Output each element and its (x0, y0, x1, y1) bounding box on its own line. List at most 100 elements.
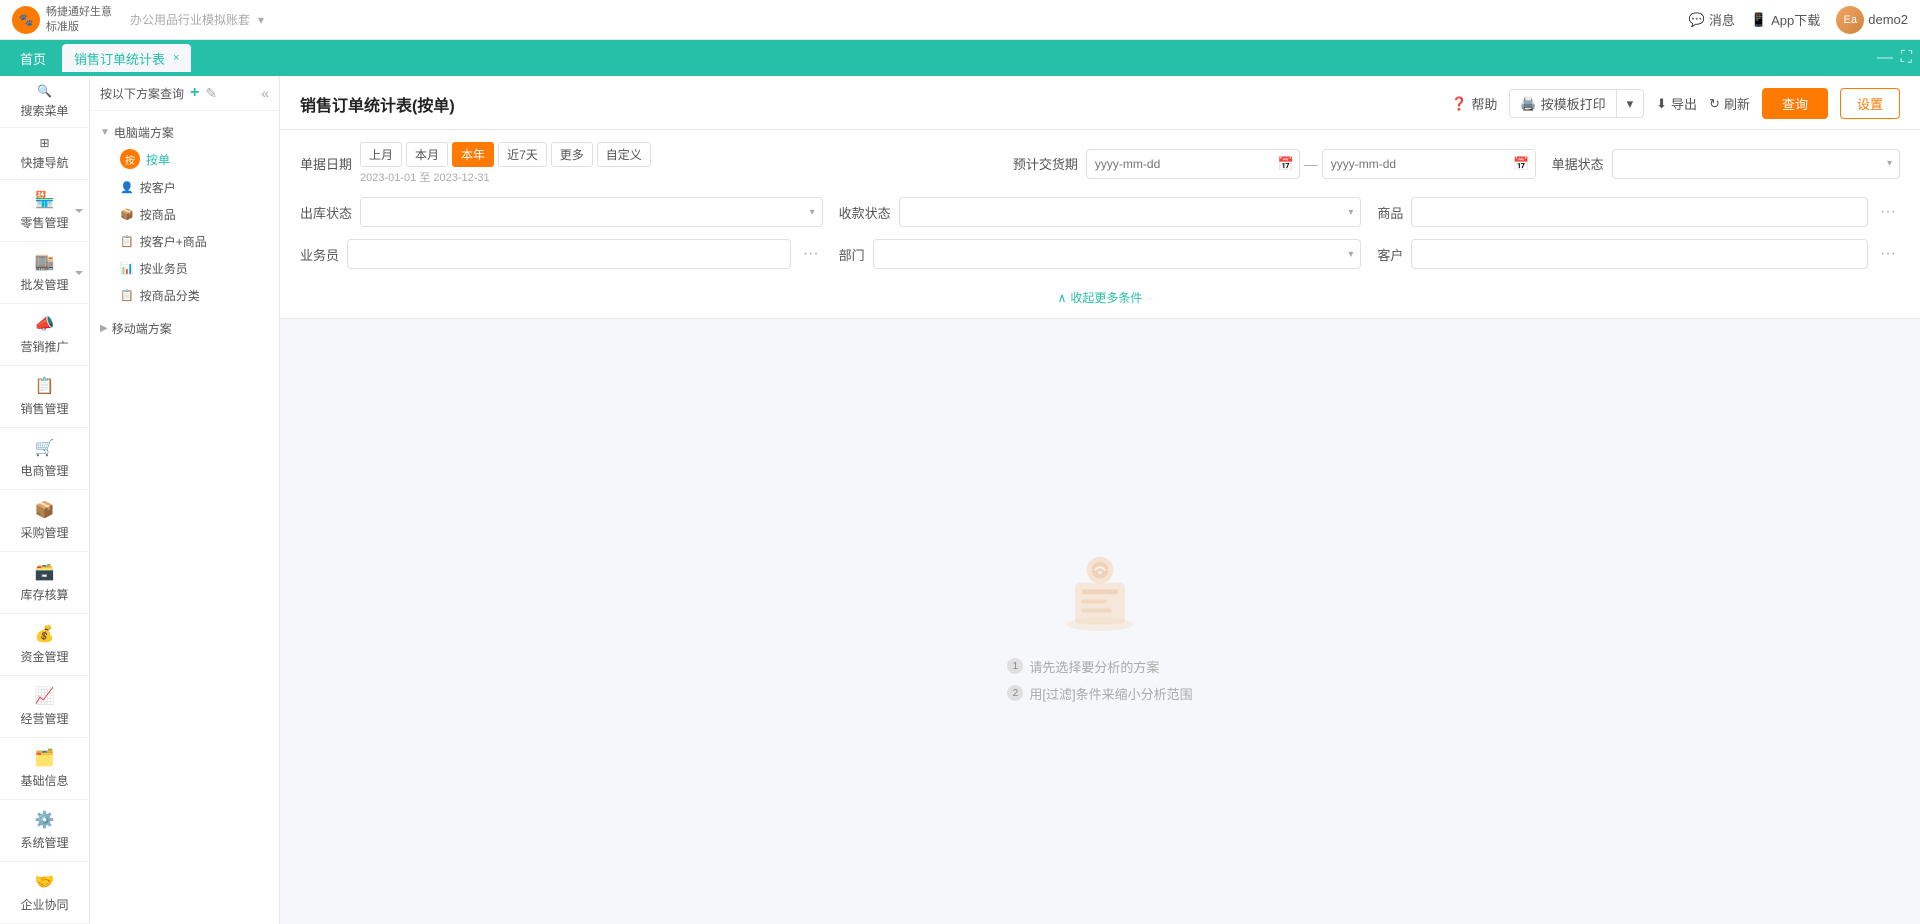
scheme-collapse-btn[interactable]: « (261, 85, 269, 101)
page-title: 销售订单统计表(按单) (300, 92, 455, 126)
tab-sales-order-stats[interactable]: 销售订单统计表 × (62, 44, 191, 72)
scheme-add-btn[interactable]: + (190, 84, 199, 102)
order-status-select-wrap: ▾ (1612, 149, 1900, 179)
scheme-item-by-customer-product[interactable]: 📋 按客户+商品 (100, 228, 269, 255)
this-year-btn[interactable]: 本年 (452, 142, 494, 167)
more-date-btn[interactable]: 更多 (551, 142, 593, 167)
app-icon: 📱 (1751, 12, 1767, 28)
department-select[interactable] (873, 239, 1362, 269)
print-dropdown-btn[interactable]: ▾ (1617, 92, 1644, 116)
filter-row-1: 单据日期 上月 本月 本年 近7天 更多 自定义 2023-01-01 至 20… (300, 142, 1900, 185)
date-block: 上月 本月 本年 近7天 更多 自定义 2023-01-01 至 2023-12… (360, 142, 997, 185)
by-customer-icon: 👤 (120, 181, 134, 194)
print-btn[interactable]: 🖨️ 按模板打印 (1510, 90, 1616, 117)
user-btn[interactable]: Ea demo2 (1836, 6, 1908, 34)
scheme-panel: 按以下方案查询 + ✎ « ▼ 电脑端方案 按 按单 👤 (90, 76, 280, 924)
tab-maximize-btn[interactable]: ⛶ (1901, 49, 1912, 67)
filter-customer: 客户 ··· (1377, 239, 1900, 269)
sidebar-item-sales[interactable]: 📋 销售管理 (0, 366, 89, 428)
custom-date-btn[interactable]: 自定义 (597, 142, 651, 167)
refresh-btn[interactable]: ↻ 刷新 (1709, 94, 1750, 113)
sidebar: 🔍 搜索菜单 ⊞ 快捷导航 🏪 零售管理 🏬 批发管理 📣 营销推广 📋 销售管… (0, 76, 90, 924)
tip-text-2: 用[过滤]条件来缩小分析范围 (1029, 684, 1192, 703)
logo-icon: 🐾 (12, 6, 40, 34)
filter-area: 单据日期 上月 本月 本年 近7天 更多 自定义 2023-01-01 至 20… (280, 130, 1920, 319)
wholesale-icon: 🏬 (35, 252, 55, 272)
last-month-btn[interactable]: 上月 (360, 142, 402, 167)
salesperson-more-btn[interactable]: ··· (799, 245, 823, 263)
message-icon: 💬 (1689, 12, 1705, 28)
tab-minimize-btn[interactable]: — (1877, 49, 1893, 67)
tab-home[interactable]: 首页 (8, 44, 58, 72)
sidebar-item-operations[interactable]: 📈 经营管理 (0, 676, 89, 738)
sidebar-item-wholesale[interactable]: 🏬 批发管理 (0, 242, 89, 304)
scheme-item-by-customer[interactable]: 👤 按客户 (100, 174, 269, 201)
sidebar-item-basic[interactable]: 🗂️ 基础信息 (0, 738, 89, 800)
product-more-btn[interactable]: ··· (1876, 203, 1900, 221)
tab-close-btn[interactable]: × (173, 52, 179, 64)
retail-icon: 🏪 (35, 190, 55, 210)
help-btn[interactable]: ❓ 帮助 (1451, 94, 1497, 113)
empty-state: 1 请先选择要分析的方案 2 用[过滤]条件来缩小分析范围 (280, 319, 1920, 924)
dropdown-arrow-industry[interactable]: ▾ (258, 13, 264, 27)
tab-bar-actions: — ⛶ (1877, 49, 1912, 67)
expected-date-start-wrap: 📅 (1086, 149, 1300, 179)
quick-date-row: 上月 本月 本年 近7天 更多 自定义 (360, 142, 997, 167)
scheme-item-by-product[interactable]: 📦 按商品 (100, 201, 269, 228)
sidebar-item-purchase[interactable]: 📦 采购管理 (0, 490, 89, 552)
scheme-group-pc-header[interactable]: ▼ 电脑端方案 (100, 121, 269, 144)
product-input[interactable] (1411, 197, 1868, 227)
sidebar-item-marketing[interactable]: 📣 营销推广 (0, 304, 89, 366)
message-btn[interactable]: 💬 消息 (1689, 10, 1735, 29)
print-icon: 🖨️ (1520, 96, 1536, 112)
app-download-btn[interactable]: 📱 App下载 (1751, 10, 1820, 29)
settings-btn[interactable]: 设置 (1840, 88, 1900, 119)
calendar-end-icon[interactable]: 📅 (1513, 156, 1529, 172)
export-icon: ⬇ (1656, 96, 1667, 112)
scheme-item-by-category[interactable]: 📋 按商品分类 (100, 282, 269, 309)
sales-icon: 📋 (35, 376, 55, 396)
sidebar-item-ecommerce[interactable]: 🛒 电商管理 (0, 428, 89, 490)
customer-input[interactable] (1411, 239, 1868, 269)
by-category-icon: 📋 (120, 289, 134, 302)
salesperson-input[interactable] (347, 239, 791, 269)
sidebar-item-retail[interactable]: 🏪 零售管理 (0, 180, 89, 242)
customer-more-btn[interactable]: ··· (1876, 245, 1900, 263)
calendar-start-icon[interactable]: 📅 (1278, 156, 1294, 172)
finance-icon: 💰 (35, 624, 55, 644)
scheme-item-by-salesperson[interactable]: 📊 按业务员 (100, 255, 269, 282)
export-btn[interactable]: ⬇ 导出 (1656, 94, 1697, 113)
tip-num-2: 2 (1007, 685, 1023, 701)
ship-status-select[interactable] (360, 197, 823, 227)
inventory-icon: 🗃️ (35, 562, 55, 582)
sidebar-item-system[interactable]: ⚙️ 系统管理 (0, 800, 89, 862)
order-status-select[interactable] (1612, 149, 1900, 179)
scheme-item-by-order[interactable]: 按 按单 (100, 144, 269, 174)
scheme-edit-btn[interactable]: ✎ (205, 85, 217, 102)
basic-icon: 🗂️ (35, 748, 55, 768)
sidebar-search[interactable]: 🔍 搜索菜单 (0, 76, 89, 128)
main-layout: 🔍 搜索菜单 ⊞ 快捷导航 🏪 零售管理 🏬 批发管理 📣 营销推广 📋 销售管… (0, 76, 1920, 924)
collapse-label: 收起更多条件 (1070, 289, 1142, 306)
expected-date-start-input[interactable] (1086, 149, 1300, 179)
expected-date-end-input[interactable] (1322, 149, 1536, 179)
sidebar-item-finance[interactable]: 💰 资金管理 (0, 614, 89, 676)
logo-text: 畅捷通好生意 标准版 (46, 5, 112, 34)
ship-status-select-wrap: ▾ (360, 197, 823, 227)
this-month-btn[interactable]: 本月 (406, 142, 448, 167)
expected-date-label: 预计交货期 (1013, 154, 1078, 173)
filter-department: 部门 ▾ (839, 239, 1362, 269)
main-content: 销售订单统计表(按单) ❓ 帮助 🖨️ 按模板打印 ▾ ⬇ (280, 76, 1920, 924)
sidebar-item-inventory[interactable]: 🗃️ 库存核算 (0, 552, 89, 614)
ship-status-label: 出库状态 (300, 203, 352, 222)
order-status-label: 单据状态 (1552, 154, 1604, 173)
empty-illustration (1050, 541, 1150, 641)
query-btn[interactable]: 查询 (1762, 88, 1828, 119)
last7-btn[interactable]: 近7天 (498, 142, 547, 167)
collapse-btn[interactable]: ∧ 收起更多条件 (1058, 289, 1143, 306)
scheme-group-mobile-header[interactable]: ▶ 移动端方案 (100, 317, 269, 340)
sidebar-quick-nav[interactable]: ⊞ 快捷导航 (0, 128, 89, 180)
sidebar-item-cooperation[interactable]: 🤝 企业协同 (0, 862, 89, 924)
scheme-active-indicator: 按 (120, 149, 140, 169)
payment-status-select[interactable] (899, 197, 1362, 227)
